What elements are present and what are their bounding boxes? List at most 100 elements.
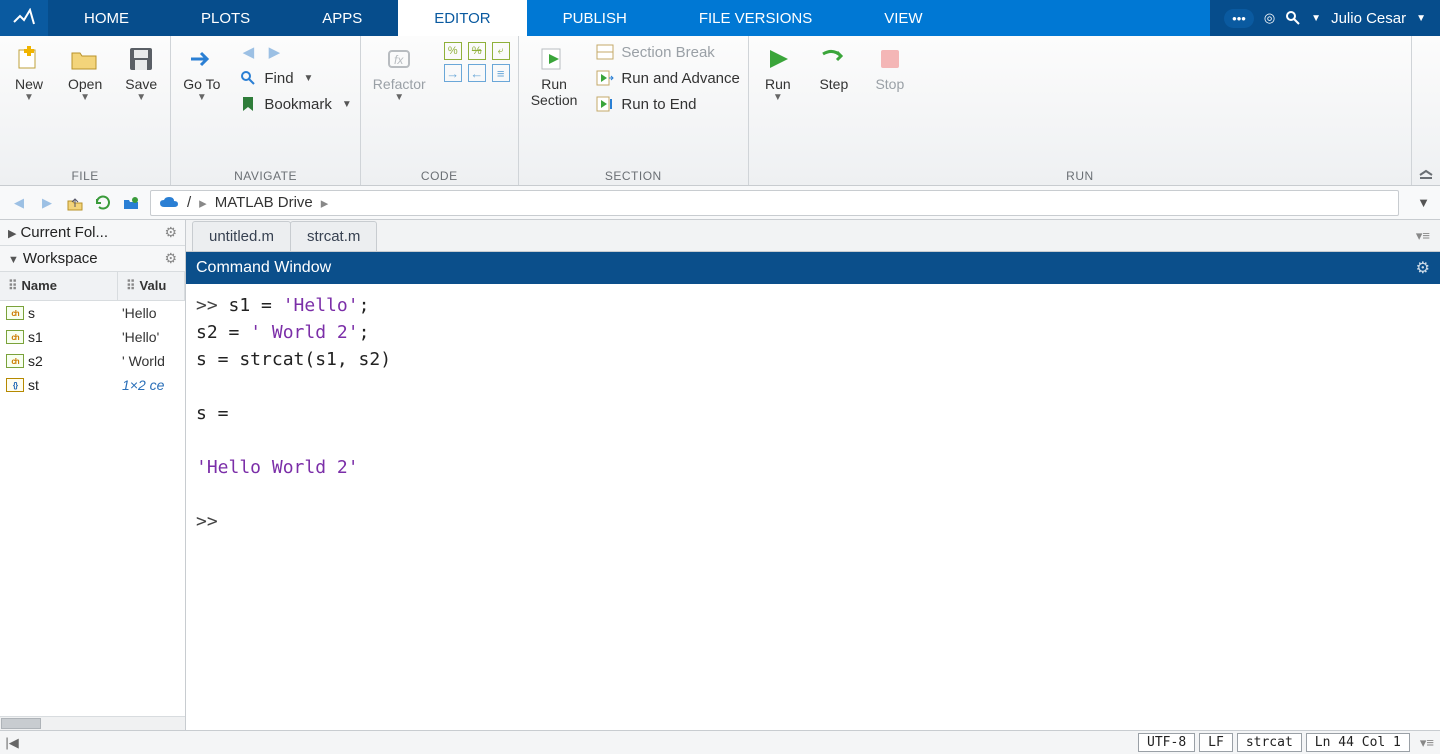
forward-icon: ▶ — [264, 42, 284, 62]
toolstrip: New ▼ Open ▼ Save ▼ FILE Go To ▼ — [0, 36, 1440, 186]
new-button[interactable]: New ▼ — [8, 42, 50, 105]
goto-icon — [185, 44, 219, 74]
expand-down-icon: ▼ — [8, 254, 19, 266]
editor-tabs-menu-icon[interactable]: ▾≡ — [1406, 228, 1440, 244]
group-file: New ▼ Open ▼ Save ▼ FILE — [0, 36, 171, 185]
var-name: s2 — [28, 353, 43, 369]
gear-icon[interactable]: ⚙ — [164, 250, 177, 267]
status-encoding[interactable]: UTF-8 — [1138, 733, 1195, 752]
var-name: s — [28, 305, 35, 321]
workspace-row[interactable]: chs2' World — [0, 349, 185, 373]
tab-editor[interactable]: EDITOR — [398, 0, 526, 36]
search-icon[interactable] — [1285, 10, 1301, 26]
editor-tab-0[interactable]: untitled.m — [192, 221, 291, 251]
tab-plots[interactable]: PLOTS — [165, 0, 286, 36]
user-name[interactable]: Julio Cesar — [1331, 10, 1406, 27]
step-icon — [817, 44, 851, 74]
horizontal-scrollbar[interactable] — [0, 716, 185, 730]
tab-file-versions[interactable]: FILE VERSIONS — [663, 0, 848, 36]
workspace-header[interactable]: ▼Workspace ⚙ — [0, 246, 185, 272]
run-to-end-icon — [595, 94, 615, 114]
target-icon[interactable]: ◎ — [1264, 10, 1275, 26]
smart-indent-icon[interactable]: ≡ — [492, 64, 510, 82]
left-panel: ▶Current Fol... ⚙ ▼Workspace ⚙ ⠿Name ⠿Va… — [0, 220, 186, 730]
editor-tabs: untitled.m strcat.m ▾≡ — [186, 220, 1440, 252]
refresh-icon[interactable] — [92, 192, 114, 214]
status-cursor-pos[interactable]: Ln 44 Col 1 — [1306, 733, 1410, 752]
chevron-right-icon[interactable]: ▸ — [321, 194, 329, 212]
section-break-icon — [595, 42, 615, 62]
nav-back-forward[interactable]: ◀ ▶ — [238, 42, 351, 62]
run-icon — [761, 44, 795, 74]
browse-icon[interactable] — [120, 192, 142, 214]
workspace-row[interactable]: chs'Hello — [0, 301, 185, 325]
matlab-logo-icon[interactable] — [0, 0, 48, 36]
stop-button: Stop — [869, 42, 911, 94]
group-run-label: RUN — [757, 165, 1403, 183]
search-dropdown-icon[interactable]: ▼ — [1311, 13, 1321, 24]
stop-icon — [873, 44, 907, 74]
var-value: 'Hello' — [122, 329, 179, 345]
uncomment-icon[interactable]: % — [468, 42, 486, 60]
command-window-header[interactable]: Command Window ⚙ — [186, 252, 1440, 284]
up-folder-icon[interactable] — [64, 192, 86, 214]
tab-view[interactable]: VIEW — [848, 0, 958, 36]
breadcrumb[interactable]: / ▸ MATLAB Drive ▸ — [150, 190, 1399, 216]
goto-label: Go To — [183, 76, 220, 92]
nav-forward-button[interactable]: ▶ — [36, 192, 58, 214]
section-break-button: Section Break — [595, 42, 739, 62]
editor-tab-1[interactable]: strcat.m — [290, 221, 377, 251]
group-navigate-label: NAVIGATE — [179, 165, 352, 183]
workspace-row[interactable]: chs1'Hello' — [0, 325, 185, 349]
quick-access-icon[interactable]: ••• — [1224, 9, 1254, 28]
nav-back-button[interactable]: ◀ — [8, 192, 30, 214]
run-to-end-button[interactable]: Run to End — [595, 94, 739, 114]
status-eol[interactable]: LF — [1199, 733, 1233, 752]
current-folder-label: Current Fol... — [20, 224, 108, 241]
run-button[interactable]: Run ▼ — [757, 42, 799, 105]
run-section-button[interactable]: Run Section — [527, 42, 582, 110]
command-window-body[interactable]: >> s1 = 'Hello';s2 = ' World 2';s = strc… — [186, 284, 1440, 730]
user-dropdown-icon[interactable]: ▼ — [1416, 13, 1426, 24]
path-dropdown-icon[interactable]: ▼ — [1407, 195, 1440, 210]
collapse-toolstrip-icon[interactable] — [1412, 36, 1440, 185]
save-button[interactable]: Save ▼ — [120, 42, 162, 105]
status-menu-icon[interactable]: ▾≡ — [1414, 735, 1440, 751]
wrap-comment-icon[interactable]: ⤶ — [492, 42, 510, 60]
outdent-icon[interactable]: ← — [468, 64, 486, 82]
save-label: Save — [125, 76, 157, 92]
chevron-down-icon: ▼ — [394, 92, 404, 103]
tab-home[interactable]: HOME — [48, 0, 165, 36]
goto-start-icon[interactable]: |◀ — [0, 735, 24, 751]
goto-button[interactable]: Go To ▼ — [179, 42, 224, 105]
tab-publish[interactable]: PUBLISH — [527, 0, 663, 36]
step-button[interactable]: Step — [813, 42, 855, 94]
cloud-icon — [159, 196, 179, 210]
status-bar: |◀ UTF-8 LF strcat Ln 44 Col 1 ▾≡ — [0, 730, 1440, 754]
status-function[interactable]: strcat — [1237, 733, 1302, 752]
group-section: Run Section Section Break Run and Advanc… — [519, 36, 749, 185]
col-name[interactable]: Name — [22, 278, 57, 293]
crumb-root[interactable]: / — [187, 194, 191, 211]
crumb-folder[interactable]: MATLAB Drive — [215, 194, 313, 211]
var-value: 'Hello — [122, 305, 179, 321]
run-advance-button[interactable]: Run and Advance — [595, 68, 739, 88]
back-icon: ◀ — [238, 42, 258, 62]
gear-icon[interactable]: ⚙ — [164, 224, 177, 241]
gear-icon[interactable]: ⚙ — [1416, 258, 1430, 278]
section-break-label: Section Break — [621, 44, 714, 61]
open-button[interactable]: Open ▼ — [64, 42, 106, 105]
workspace-row[interactable]: {}st1×2 ce — [0, 373, 185, 397]
tab-apps[interactable]: APPS — [286, 0, 398, 36]
indent-icon[interactable]: → — [444, 64, 462, 82]
command-window-title: Command Window — [196, 259, 331, 277]
group-code-label: CODE — [369, 165, 510, 183]
current-folder-header[interactable]: ▶Current Fol... ⚙ — [0, 220, 185, 246]
col-value[interactable]: Valu — [140, 278, 167, 293]
path-bar: ◀ ▶ / ▸ MATLAB Drive ▸ ▼ — [0, 186, 1440, 220]
var-value: 1×2 ce — [122, 377, 179, 393]
bookmark-button[interactable]: Bookmark ▼ — [238, 94, 351, 114]
comment-icon[interactable]: % — [444, 42, 462, 60]
step-label: Step — [819, 76, 848, 92]
find-button[interactable]: Find ▼ — [238, 68, 351, 88]
